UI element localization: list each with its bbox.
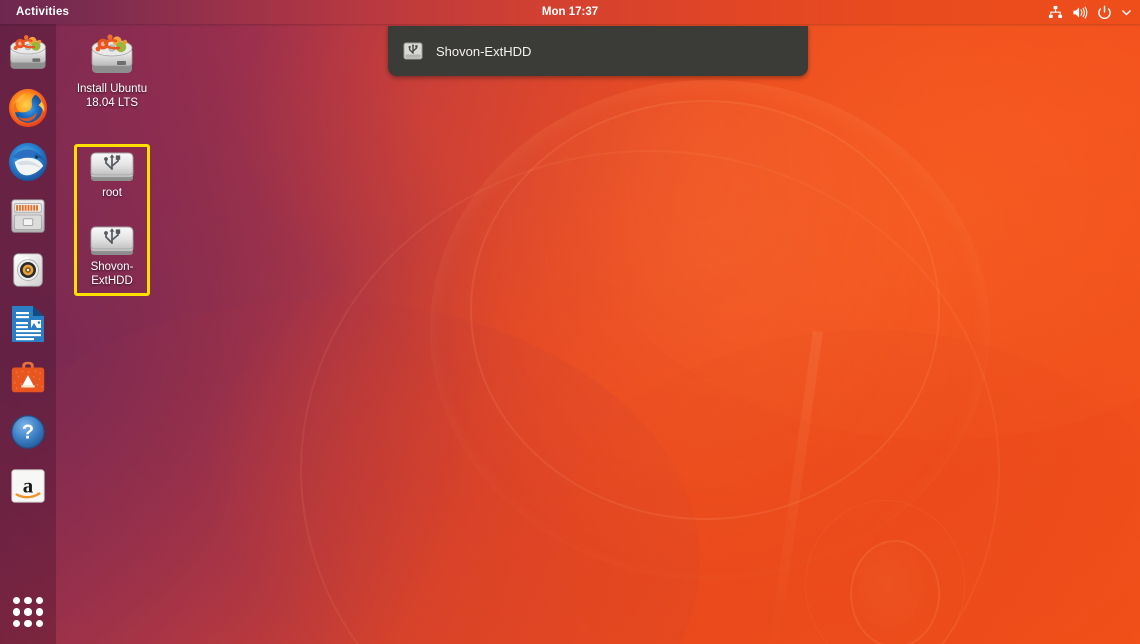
libreoffice-writer-icon xyxy=(9,303,47,345)
dock-item-files[interactable] xyxy=(4,192,52,240)
desktop-icon-install-ubuntu[interactable]: Install Ubuntu 18.04 LTS xyxy=(73,32,151,110)
notification-title: Shovon-ExtHDD xyxy=(436,43,532,59)
top-bar: Activities Mon 17:37 xyxy=(0,0,1140,24)
desktop-wallpaper xyxy=(0,0,1140,644)
network-icon[interactable] xyxy=(1048,5,1063,20)
dock-item-firefox[interactable] xyxy=(4,84,52,132)
drive-harddisk-usb-icon xyxy=(87,148,137,184)
clock-label[interactable]: Mon 17:37 xyxy=(542,6,598,18)
chevron-down-icon[interactable] xyxy=(1121,7,1132,18)
dock: ? a xyxy=(0,24,56,644)
ubuntu-installer-icon xyxy=(6,33,50,75)
activities-button[interactable]: Activities xyxy=(10,4,75,20)
notification-banner[interactable]: Shovon-ExtHDD xyxy=(388,26,808,76)
dock-item-thunderbird[interactable] xyxy=(4,138,52,186)
firefox-icon xyxy=(7,87,49,129)
dock-item-libreoffice-writer[interactable] xyxy=(4,300,52,348)
dock-item-ubuntu-software[interactable] xyxy=(4,354,52,402)
ubuntu-software-icon xyxy=(8,358,48,398)
desktop-icon-label: root xyxy=(102,187,122,199)
ubuntu-installer-disc-icon xyxy=(87,32,137,80)
show-applications-button[interactable] xyxy=(8,592,48,632)
svg-text:a: a xyxy=(23,474,34,498)
svg-text:?: ? xyxy=(22,422,34,444)
files-icon xyxy=(8,196,48,236)
power-icon[interactable] xyxy=(1097,5,1112,20)
dock-item-help[interactable]: ? xyxy=(4,408,52,456)
desktop-screen: Install Ubuntu 18.04 LTS root Shovon-Ext… xyxy=(0,0,1140,644)
thunderbird-icon xyxy=(7,141,49,183)
dock-item-install-ubuntu[interactable] xyxy=(4,30,52,78)
removable-drive-icon xyxy=(402,40,424,62)
volume-icon[interactable] xyxy=(1072,5,1088,20)
desktop-icon-root[interactable]: root xyxy=(73,148,151,201)
dock-item-rhythmbox[interactable] xyxy=(4,246,52,294)
system-tray xyxy=(1048,0,1132,24)
desktop-icon-label: Install Ubuntu 18.04 LTS xyxy=(76,83,148,109)
drive-harddisk-usb-icon xyxy=(87,222,137,258)
clock: Mon 17:37 xyxy=(0,6,1140,18)
dock-item-amazon[interactable]: a xyxy=(4,462,52,510)
rhythmbox-icon xyxy=(8,250,48,290)
desktop-icon-label: Shovon-ExtHDD xyxy=(90,261,134,287)
help-icon: ? xyxy=(9,413,47,451)
desktop-icon-shovon-exthdd[interactable]: Shovon-ExtHDD xyxy=(73,222,151,288)
amazon-icon: a xyxy=(9,467,47,505)
